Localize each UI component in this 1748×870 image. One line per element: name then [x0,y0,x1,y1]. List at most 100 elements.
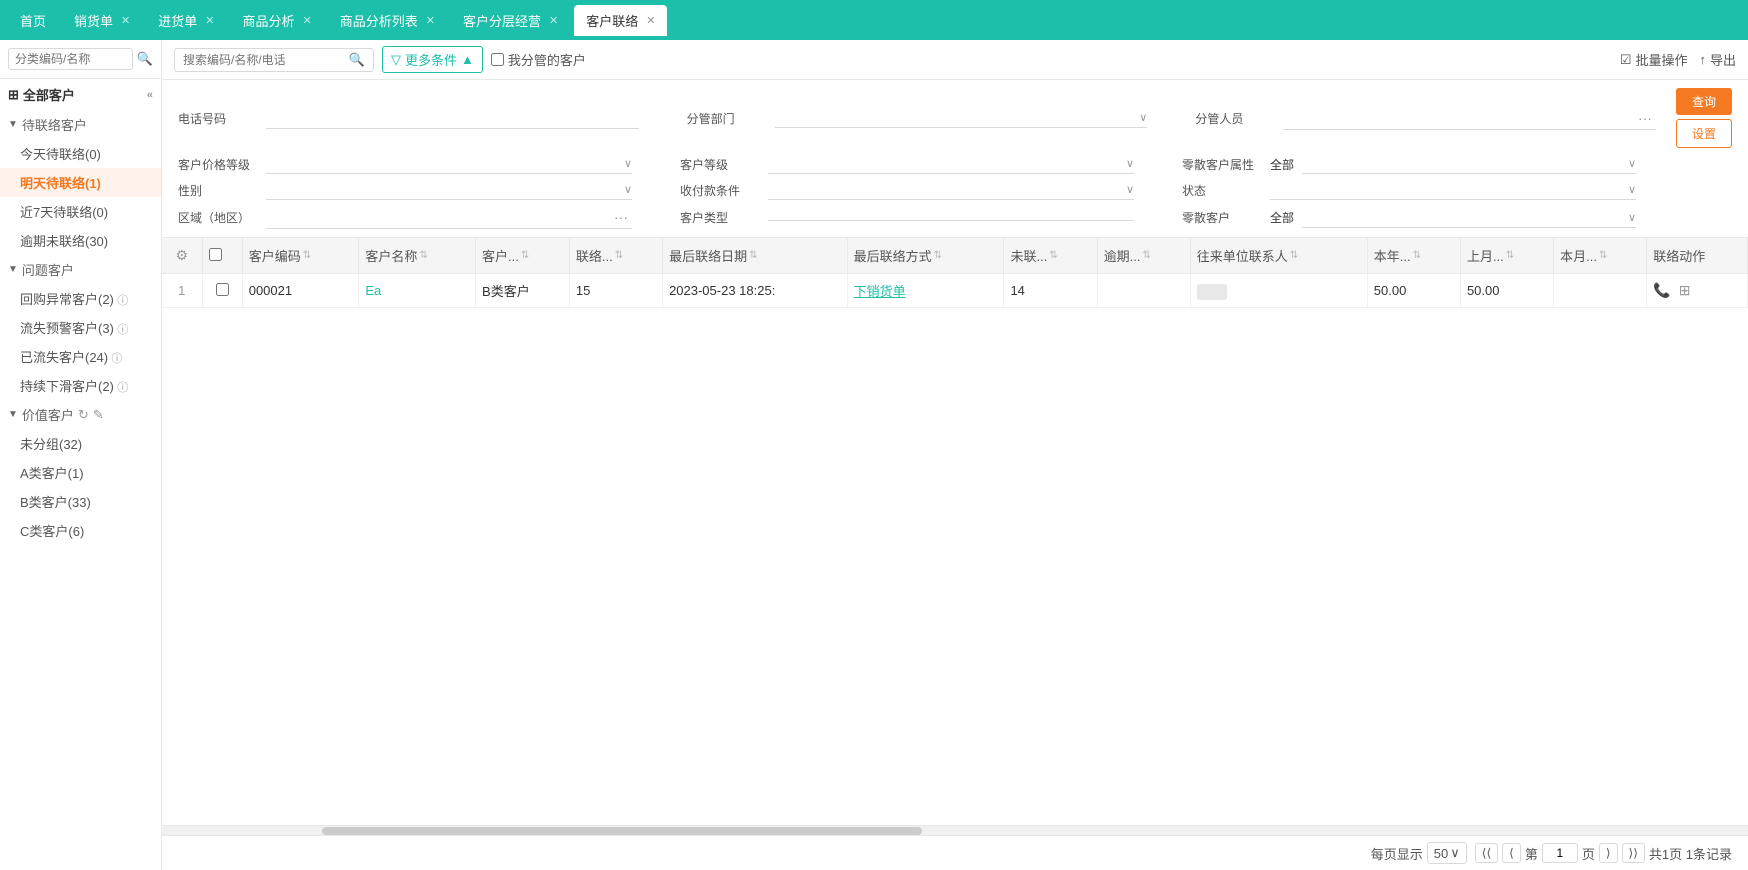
sidebar-section-value[interactable]: ▼ 价值客户 ↻ ✎ [0,400,161,429]
my-customers-checkbox-label[interactable]: 我分管的客户 [491,50,586,69]
dept-select[interactable]: ∨ [775,108,1148,128]
sidebar-section-problem[interactable]: ▼ 问题客户 [0,255,161,284]
main-search-input[interactable] [183,53,345,67]
action-phone-icon[interactable]: 📞 [1653,282,1670,299]
sort-icon-code[interactable]: ⇅ [303,250,311,261]
next-page-btn[interactable]: ⟩ [1599,843,1618,863]
first-page-btn[interactable]: ⟨⟨ [1475,843,1498,863]
nav-close-contact[interactable]: ✕ [646,14,655,27]
search-icon[interactable]: 🔍 [349,52,365,68]
td-actions: 📞 ⊞ [1647,274,1748,308]
chevron-down-icon-pg: ∨ [1450,845,1460,861]
nav-customer-contact[interactable]: 客户联络 ✕ [574,5,667,36]
nav-close-product-list[interactable]: ✕ [426,14,435,27]
sidebar-item-abnormal[interactable]: 回购异常客户(2) ⓘ [0,284,161,313]
sidebar-item-class-c[interactable]: C类客户(6) [0,516,161,545]
nav-customer-segmentation[interactable]: 客户分层经营 ✕ [451,5,570,36]
sort-icon-type[interactable]: ⇅ [521,250,529,261]
page-number-input[interactable] [1542,843,1578,863]
prev-page-btn[interactable]: ⟨ [1502,843,1521,863]
retail-attr-select[interactable]: ∨ [1302,154,1636,174]
status-select[interactable]: ∨ [1270,180,1636,200]
sidebar-all-customers[interactable]: ⊞ 全部客户 « [0,79,161,110]
customer-table: ⚙ 客户编码 ⇅ 客户名称 [162,238,1748,308]
td-last-month: 50.00 [1460,274,1553,308]
action-grid-icon[interactable]: ⊞ [1679,282,1691,299]
phone-input[interactable] [266,108,639,129]
customer-level-select[interactable]: ∨ [768,154,1134,174]
td-contact-count: 15 [569,274,662,308]
info-icon-1: ⓘ [117,295,128,307]
sort-icon-lastmonth[interactable]: ⇅ [1506,250,1514,261]
td-seq: 1 [162,274,202,308]
nav-close-purchase[interactable]: ✕ [205,14,214,27]
my-customers-checkbox[interactable] [491,53,504,66]
nav-close-segmentation[interactable]: ✕ [549,14,558,27]
nav-home[interactable]: 首页 [8,5,58,36]
edit-icon[interactable]: ✎ [93,407,104,423]
settings-icon[interactable]: ⚙ [175,247,188,263]
more-filter-btn[interactable]: ▽ 更多条件 ▲ [382,46,483,73]
sort-icon-method[interactable]: ⇅ [934,250,942,261]
sidebar-item-overdue[interactable]: 逾期未联络(30) [0,226,161,255]
td-checkbox[interactable] [202,274,242,308]
sidebar-search-icon[interactable]: 🔍 [137,51,153,67]
select-all-checkbox[interactable] [209,248,222,261]
sort-icon-overdue[interactable]: ⇅ [1142,250,1150,261]
export-btn[interactable]: ↑ 导出 [1699,50,1736,69]
retail-customer-select[interactable]: ∨ [1302,208,1636,228]
td-name[interactable]: Ea [359,274,476,308]
sort-icon-thisyear[interactable]: ⇅ [1413,250,1421,261]
manager-dots-icon[interactable]: ··· [1634,110,1656,126]
sidebar-search-input[interactable] [8,48,133,70]
toolbar-right: ☑ 批量操作 ↑ 导出 [1620,50,1736,69]
sort-icon-thismonth[interactable]: ⇅ [1599,250,1607,261]
page-size-box[interactable]: 50 ∨ [1427,842,1467,864]
nav-product-analysis-list[interactable]: 商品分析列表 ✕ [328,5,447,36]
chevron-down-icon-7: ∨ [1628,183,1636,196]
sidebar-section-pending[interactable]: ▼ 待联络客户 [0,110,161,139]
setting-button[interactable]: 设置 [1676,119,1732,148]
customer-type-area[interactable] [768,214,1134,221]
query-button[interactable]: 查询 [1676,88,1732,115]
nav-close-product-analysis[interactable]: ✕ [303,14,312,27]
th-action: 联络动作 [1647,238,1748,274]
scrollbar-thumb[interactable] [322,827,922,835]
payment-select[interactable]: ∨ [768,180,1134,200]
th-gear[interactable]: ⚙ [162,238,202,274]
th-last-date: 最后联络日期 ⇅ [663,238,848,274]
nav-product-analysis[interactable]: 商品分析 ✕ [230,5,323,36]
sort-icon-contact[interactable]: ⇅ [615,250,623,261]
nature-select[interactable]: ∨ [266,180,632,200]
td-last-method[interactable]: 下销货单 [847,274,1004,308]
sidebar-item-declining[interactable]: 持续下滑客户(2) ⓘ [0,371,161,400]
batch-operation-btn[interactable]: ☑ 批量操作 [1620,50,1688,69]
nav-purchase-order[interactable]: 进货单 ✕ [146,5,226,36]
price-level-select[interactable]: ∨ [266,154,632,174]
sidebar-item-class-b[interactable]: B类客户(33) [0,487,161,516]
sort-icon-partner[interactable]: ⇅ [1290,250,1298,261]
refresh-icon[interactable]: ↻ [78,407,89,423]
sidebar-item-class-a[interactable]: A类客户(1) [0,458,161,487]
sort-icon-date[interactable]: ⇅ [749,250,757,261]
last-page-btn[interactable]: ⟩⟩ [1622,843,1645,863]
nav-sales-order[interactable]: 销货单 ✕ [62,5,142,36]
horizontal-scrollbar[interactable] [162,825,1748,835]
sidebar-item-churn-warning[interactable]: 流失预警客户(3) ⓘ [0,313,161,342]
sidebar-item-today[interactable]: 今天待联络(0) [0,139,161,168]
sidebar-item-7days[interactable]: 近7天待联络(0) [0,197,161,226]
sidebar-item-ungrouped[interactable]: 未分组(32) [0,429,161,458]
sort-icon-notcontact[interactable]: ⇅ [1049,250,1057,261]
sort-icon-name[interactable]: ⇅ [419,250,427,261]
th-checkbox[interactable] [202,238,242,274]
region-input-area[interactable]: ··· [266,206,632,229]
info-icon-4: ⓘ [117,382,128,394]
th-this-month: 本月... ⇅ [1554,238,1647,274]
th-last-method: 最后联络方式 ⇅ [847,238,1004,274]
sidebar-item-lost[interactable]: 已流失客户(24) ⓘ [0,342,161,371]
row-select-checkbox[interactable] [216,283,229,296]
manager-input-area[interactable]: ··· [1283,107,1656,130]
nav-close-sales[interactable]: ✕ [121,14,130,27]
sidebar-item-tomorrow[interactable]: 明天待联络(1) [0,168,161,197]
region-dots-icon[interactable]: ··· [610,209,632,225]
